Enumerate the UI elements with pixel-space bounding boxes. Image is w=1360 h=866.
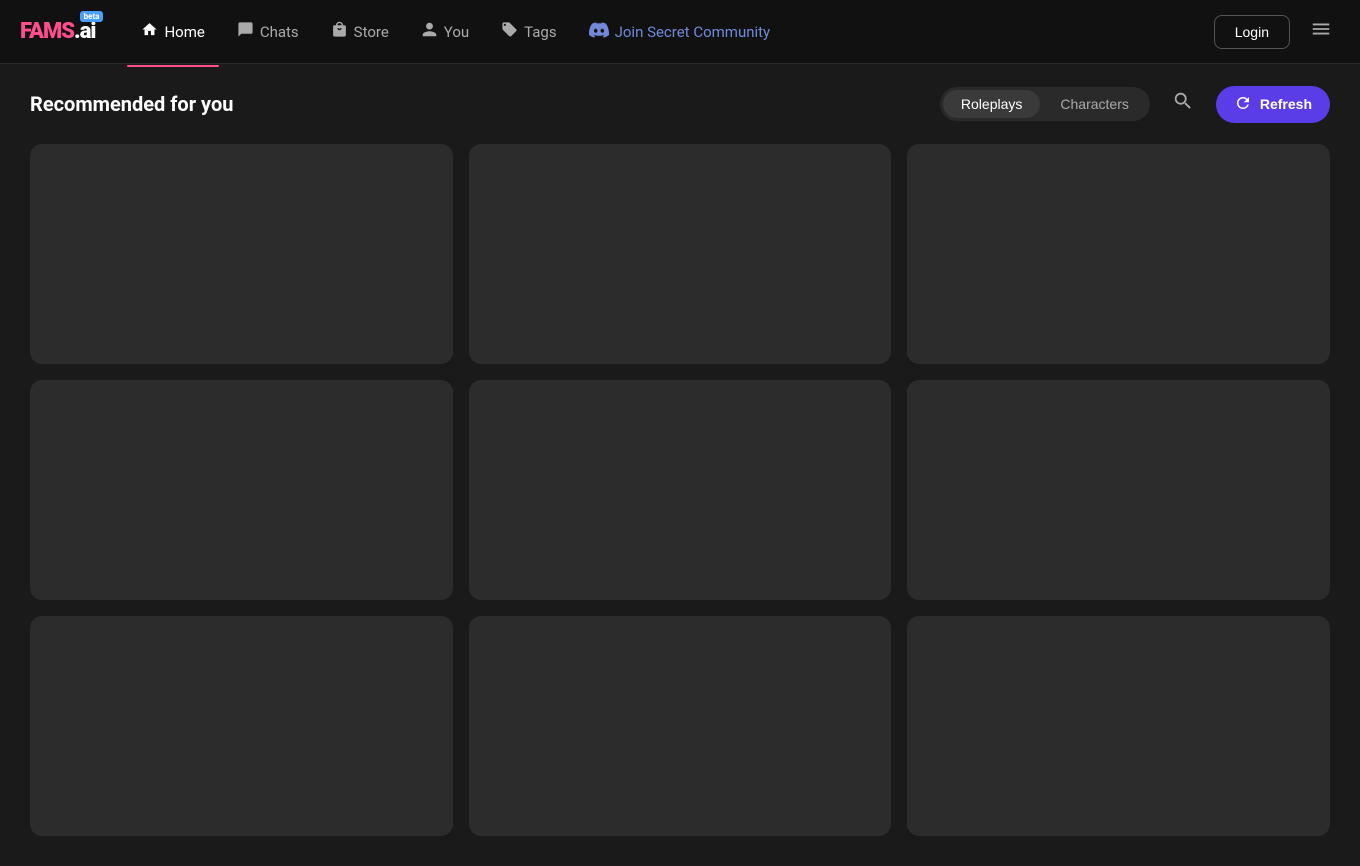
refresh-button[interactable]: Refresh	[1216, 86, 1330, 123]
nav-home-label: Home	[164, 23, 204, 41]
nav-you[interactable]: You	[407, 13, 483, 50]
list-item[interactable]	[469, 380, 892, 600]
tags-icon	[501, 21, 518, 42]
nav-home[interactable]: Home	[127, 13, 218, 50]
home-icon	[141, 21, 158, 42]
nav-discord-label: Join Secret Community	[615, 23, 771, 41]
list-item[interactable]	[30, 144, 453, 364]
list-item[interactable]	[469, 616, 892, 836]
search-icon	[1172, 95, 1194, 117]
logo-fams: FAMS	[20, 19, 74, 44]
navbar: FAMS.ai beta Home Chats Store You	[0, 0, 1360, 64]
refresh-label: Refresh	[1260, 96, 1312, 112]
cards-grid	[0, 144, 1360, 866]
logo[interactable]: FAMS.ai beta	[20, 19, 95, 44]
nav-store-label: Store	[354, 23, 389, 41]
logo-ai: ai	[80, 19, 96, 44]
list-item[interactable]	[907, 380, 1330, 600]
refresh-icon	[1234, 94, 1252, 115]
nav-items: Home Chats Store You Tags	[127, 12, 1205, 52]
list-item[interactable]	[469, 144, 892, 364]
tab-roleplays[interactable]: Roleplays	[943, 90, 1040, 118]
beta-badge: beta	[80, 11, 104, 22]
tab-characters[interactable]: Characters	[1042, 90, 1146, 118]
search-button[interactable]	[1166, 84, 1200, 124]
menu-button[interactable]	[1302, 14, 1340, 50]
login-button[interactable]: Login	[1214, 15, 1290, 49]
list-item[interactable]	[30, 616, 453, 836]
list-item[interactable]	[907, 144, 1330, 364]
nav-chats[interactable]: Chats	[223, 13, 313, 50]
nav-you-label: You	[444, 23, 469, 41]
nav-store[interactable]: Store	[317, 13, 403, 50]
nav-discord[interactable]: Join Secret Community	[575, 12, 785, 52]
chats-icon	[237, 21, 254, 42]
menu-icon	[1310, 18, 1332, 40]
nav-chats-label: Chats	[260, 23, 299, 41]
store-icon	[331, 21, 348, 42]
discord-icon	[589, 20, 609, 44]
you-icon	[421, 21, 438, 42]
content-header: Recommended for you Roleplays Characters…	[0, 64, 1360, 144]
list-item[interactable]	[907, 616, 1330, 836]
nav-tags[interactable]: Tags	[487, 13, 570, 50]
nav-tags-label: Tags	[524, 23, 556, 41]
nav-right: Login	[1214, 14, 1340, 50]
list-item[interactable]	[30, 380, 453, 600]
filter-tabs: Roleplays Characters	[940, 87, 1150, 121]
page-title: Recommended for you	[30, 92, 924, 116]
